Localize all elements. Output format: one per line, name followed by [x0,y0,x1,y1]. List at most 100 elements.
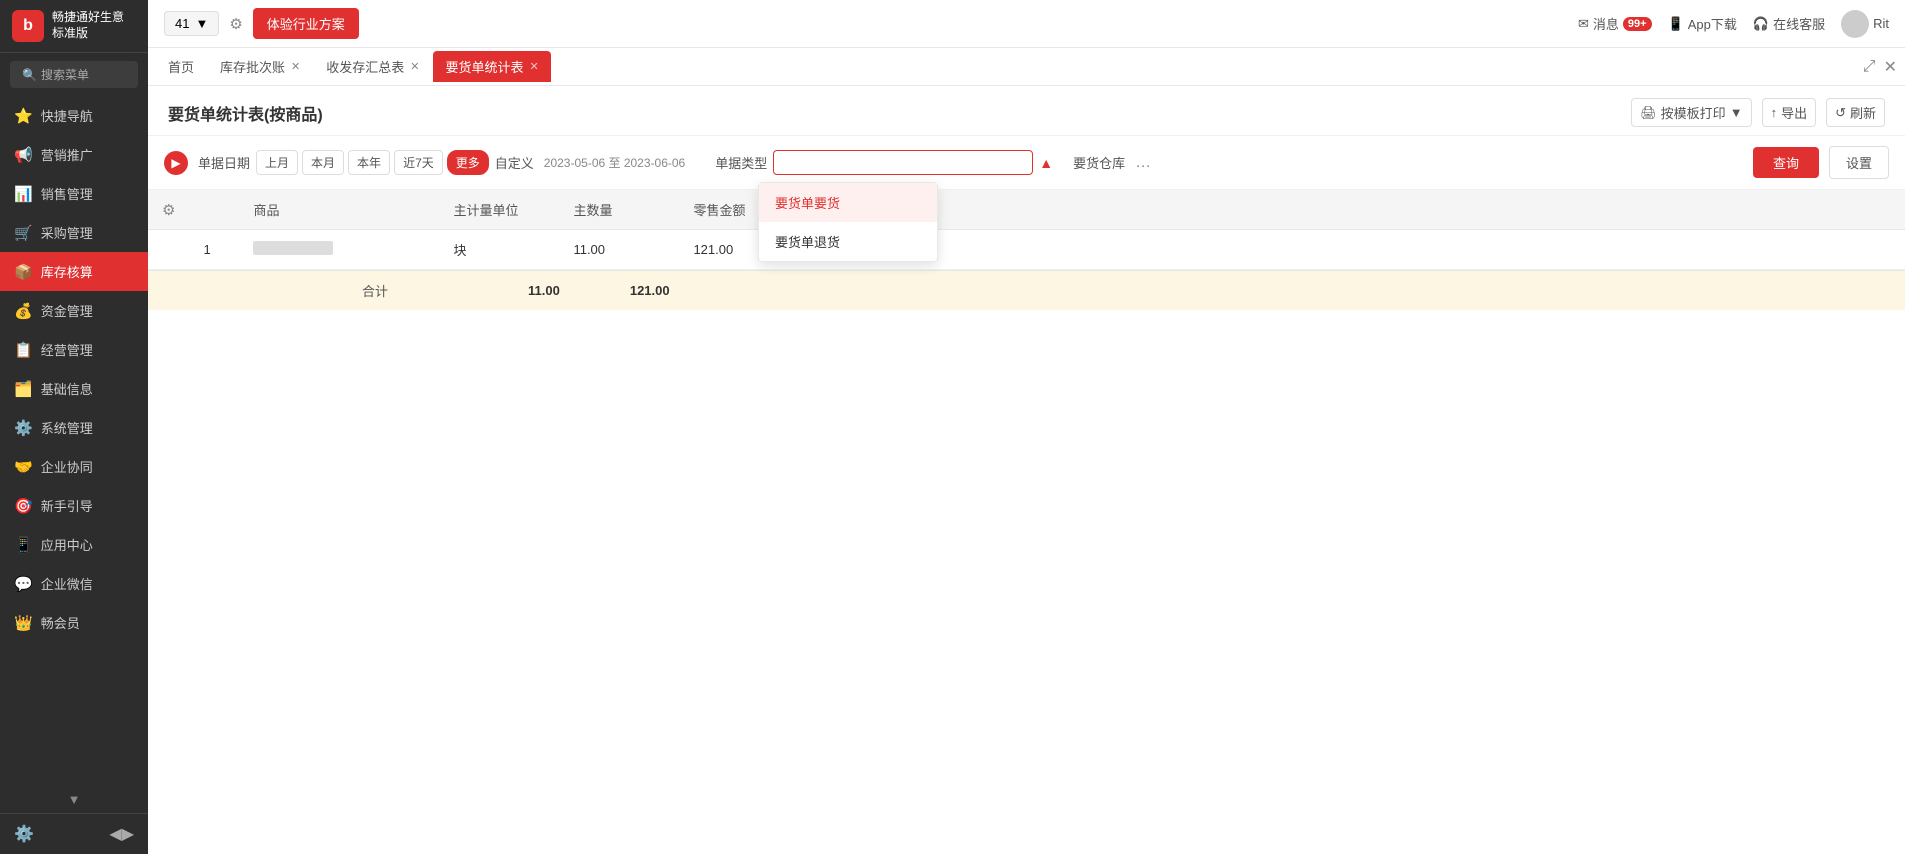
wechat-icon: 💬 [14,575,33,593]
filter-this-year-btn[interactable]: 本年 [348,150,390,175]
appstore-icon: 📱 [14,536,33,554]
filter-date-group: 单据日期 上月 本月 本年 近7天 更多 自定义 2023-05-06 至 20… [198,150,685,175]
operation-icon: 📋 [14,341,33,359]
filter-7days-btn[interactable]: 近7天 [394,150,443,175]
col-index [189,190,239,230]
tab-request-close[interactable]: ✕ [530,60,539,73]
tab-collect[interactable]: 收发存汇总表 ✕ [314,51,431,82]
message-icon: ✉ [1578,16,1589,32]
col-product: 商品 [239,190,439,230]
user-avatar[interactable]: Rit [1841,10,1889,38]
data-table: ⚙ 商品 主计量单位 主数量 零售金额 1 块 [148,190,1905,270]
sidebar-collapse-icon[interactable]: ◀▶ [109,824,134,844]
filter-type-input[interactable] [773,150,1033,175]
table-settings-icon[interactable]: ⚙ [162,202,175,219]
sidebar-item-finance[interactable]: 💰 资金管理 [0,291,148,330]
search-icon: 🔍 [22,68,37,82]
type-dropdown-item-0[interactable]: 要货单要货 [759,183,937,222]
cell-settings [148,230,189,270]
tab-collect-close[interactable]: ✕ [410,60,419,73]
topbar-right: ✉ 消息 99+ 📱 App下载 🎧 在线客服 Rit [1578,10,1889,38]
sidebar-item-marketing[interactable]: 📢 营销推广 [0,135,148,174]
app-icon: b [12,10,44,42]
company-dropdown[interactable]: 41 ▼ [164,11,219,36]
purchase-icon: 🛒 [14,224,33,242]
filter-more-btn[interactable]: 更多 [447,150,489,175]
print-icon: 🖨 [1640,105,1657,121]
filter-warehouse-group: 要货仓库 … [1073,153,1151,172]
type-dropdown-item-1[interactable]: 要货单退货 [759,222,937,261]
cell-product [239,230,439,270]
sidebar-item-sales[interactable]: 📊 销售管理 [0,174,148,213]
system-icon: ⚙️ [14,419,33,437]
sidebar-item-system[interactable]: ⚙️ 系统管理 [0,408,148,447]
cell-quantity: 11.00 [559,230,679,270]
tab-maximize-button[interactable]: ⤢ [1863,58,1876,76]
filter-this-month-btn[interactable]: 本月 [302,150,344,175]
sidebar-item-enterprise[interactable]: 🤝 企业协同 [0,447,148,486]
sidebar-item-quick-nav[interactable]: ⭐ 快捷导航 [0,96,148,135]
topbar: 41 ▼ ⚙ 体验行业方案 ✉ 消息 99+ 📱 App下载 🎧 在线客服 R [148,0,1905,48]
filter-set-button[interactable]: 设置 [1829,146,1889,179]
main-content: 41 ▼ ⚙ 体验行业方案 ✉ 消息 99+ 📱 App下载 🎧 在线客服 R [148,0,1905,854]
member-icon: 👑 [14,614,33,632]
filter-type-arrow-icon[interactable]: ▲ [1039,155,1053,171]
cell-extra [799,230,1905,270]
tab-batch[interactable]: 库存批次账 ✕ [208,51,312,82]
app-download-button[interactable]: 📱 App下载 [1668,14,1737,33]
page-title-bar: 要货单统计表(按商品) 🖨 按模板打印 ▼ ↑ 导出 ↺ 刷新 [148,86,1905,135]
tab-close-all-button[interactable]: ✕ [1884,57,1897,77]
sales-icon: 📊 [14,185,33,203]
online-service-button[interactable]: 🎧 在线客服 [1753,14,1825,33]
dropdown-arrow-icon: ▼ [195,16,208,31]
sidebar-item-wechat[interactable]: 💬 企业微信 [0,564,148,603]
enterprise-icon: 🤝 [14,458,33,476]
sidebar-item-inventory[interactable]: 📦 库存核算 [0,252,148,291]
guide-icon: 🎯 [14,497,33,515]
filter-date-buttons: 上月 本月 本年 近7天 更多 [256,150,489,175]
sidebar-item-operation[interactable]: 📋 经营管理 [0,330,148,369]
cell-index: 1 [189,230,239,270]
tabs-bar: 首页 库存批次账 ✕ 收发存汇总表 ✕ 要货单统计表 ✕ ⤢ ✕ [148,48,1905,86]
filter-expand-button[interactable]: ▶ [164,151,188,175]
quick-nav-icon: ⭐ [14,107,33,125]
filter-last-month-btn[interactable]: 上月 [256,150,298,175]
app-title: 畅捷通好生意 标准版 [52,10,124,41]
sidebar-item-purchase[interactable]: 🛒 采购管理 [0,213,148,252]
print-button[interactable]: 🖨 按模板打印 ▼ [1631,98,1751,127]
trial-button[interactable]: 体验行业方案 [253,8,359,39]
col-settings: ⚙ [148,190,189,230]
sidebar-search[interactable]: 🔍 搜索菜单 [10,61,138,88]
sidebar-logo: b 畅捷通好生意 标准版 [0,0,148,53]
finance-icon: 💰 [14,302,33,320]
download-icon: 📱 [1668,16,1684,32]
page-content: 要货单统计表(按商品) 🖨 按模板打印 ▼ ↑ 导出 ↺ 刷新 ▶ [148,86,1905,854]
filter-type-group: 单据类型 ▲ [715,150,1053,175]
tab-request[interactable]: 要货单统计表 ✕ [433,51,550,82]
sidebar-item-guide[interactable]: 🎯 新手引导 [0,486,148,525]
sidebar-menu: ⭐ 快捷导航 📢 营销推广 📊 销售管理 🛒 采购管理 📦 库存核算 💰 资金管… [0,96,148,786]
filter-warehouse-more-icon[interactable]: … [1135,154,1151,172]
sidebar-item-appstore[interactable]: 📱 应用中心 [0,525,148,564]
refresh-icon: ↺ [1835,105,1846,121]
export-button[interactable]: ↑ 导出 [1762,98,1817,127]
table-body: 1 块 11.00 121.00 [148,230,1905,270]
sidebar-scroll-down[interactable]: ▼ [0,786,148,813]
avatar-image [1841,10,1869,38]
page-title: 要货单统计表(按商品) [168,101,323,125]
messages-button[interactable]: ✉ 消息 99+ [1578,14,1652,33]
tab-home[interactable]: 首页 [156,51,206,82]
sidebar-item-basic[interactable]: 🗂️ 基础信息 [0,369,148,408]
filter-query-button[interactable]: 查询 [1753,147,1819,178]
table-header: ⚙ 商品 主计量单位 主数量 零售金额 [148,190,1905,230]
tab-batch-close[interactable]: ✕ [291,60,300,73]
sidebar: b 畅捷通好生意 标准版 🔍 搜索菜单 ⭐ 快捷导航 📢 营销推广 📊 销售管理… [0,0,148,854]
col-unit: 主计量单位 [439,190,559,230]
sidebar-item-member[interactable]: 👑 畅会员 [0,603,148,642]
sidebar-settings-icon[interactable]: ⚙️ [14,824,34,844]
refresh-button[interactable]: ↺ 刷新 [1826,98,1885,127]
page-actions: 🖨 按模板打印 ▼ ↑ 导出 ↺ 刷新 [1631,98,1885,127]
print-arrow-icon: ▼ [1730,105,1743,120]
col-extra [799,190,1905,230]
topbar-gear-icon[interactable]: ⚙ [229,15,242,33]
